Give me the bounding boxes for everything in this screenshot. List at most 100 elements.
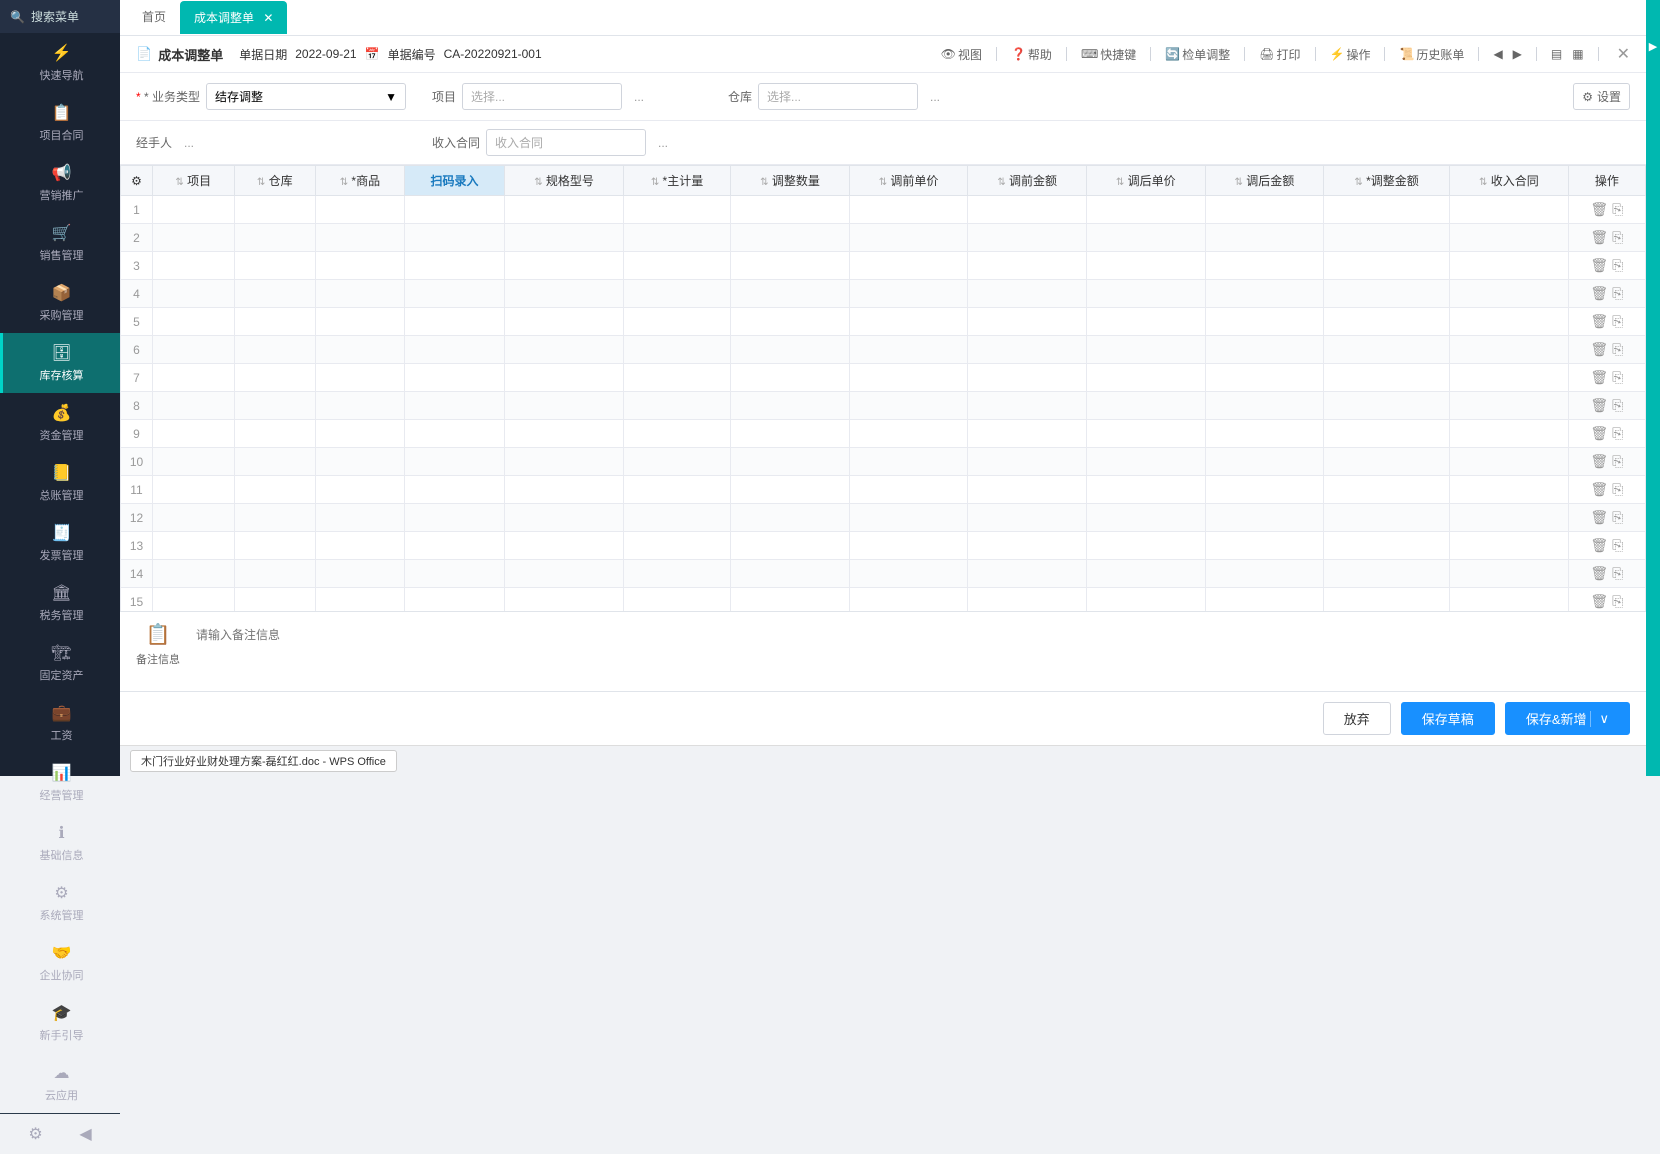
table-cell[interactable] [1324, 252, 1450, 280]
table-cell[interactable] [153, 420, 235, 448]
table-cell[interactable] [849, 588, 968, 612]
table-cell[interactable] [1450, 588, 1569, 612]
copy-row-icon[interactable]: ⎘ [1612, 285, 1623, 302]
table-cell[interactable] [1450, 448, 1569, 476]
project-input[interactable]: 选择... [462, 83, 622, 110]
delete-row-icon[interactable]: 🗑 [1590, 593, 1608, 610]
table-cell[interactable] [1205, 448, 1324, 476]
table-cell[interactable] [1205, 252, 1324, 280]
biz-type-select[interactable]: 结存调整 ▼ [206, 83, 406, 110]
table-cell[interactable] [1205, 392, 1324, 420]
delete-row-icon[interactable]: 🗑 [1590, 229, 1608, 246]
project-dots[interactable]: ... [628, 90, 650, 104]
sidebar-item-inventory[interactable]: 🗄 库存核算 [0, 333, 120, 393]
table-cell[interactable] [623, 224, 730, 252]
table-cell[interactable] [234, 196, 316, 224]
check-adjust-btn[interactable]: 🔄 检单调整 [1165, 46, 1230, 63]
table-cell[interactable] [1205, 476, 1324, 504]
copy-row-icon[interactable]: ⎘ [1612, 425, 1623, 442]
table-cell[interactable] [404, 308, 505, 336]
table-cell[interactable] [1324, 588, 1450, 612]
table-cell[interactable] [623, 420, 730, 448]
delete-row-icon[interactable]: 🗑 [1590, 509, 1608, 526]
settings-button[interactable]: ⚙ 设置 [1573, 83, 1630, 110]
delete-row-icon[interactable]: 🗑 [1590, 341, 1608, 358]
tab-home[interactable]: 首页 [128, 0, 180, 35]
table-cell[interactable] [404, 280, 505, 308]
table-cell[interactable] [505, 336, 624, 364]
operation-btn[interactable]: ⚡ 操作 [1330, 46, 1371, 63]
table-cell[interactable] [505, 532, 624, 560]
sidebar-item-biz-collab[interactable]: 🤝 企业协同 [0, 933, 120, 993]
tab-cost-adjust[interactable]: 成本调整单 ✕ [180, 1, 287, 34]
table-cell[interactable] [968, 588, 1087, 612]
table-cell[interactable] [1324, 196, 1450, 224]
table-cell[interactable] [849, 392, 968, 420]
table-cell[interactable] [1205, 280, 1324, 308]
delete-row-icon[interactable]: 🗑 [1590, 565, 1608, 582]
warehouse-input[interactable]: 选择... [758, 83, 918, 110]
table-cell[interactable] [1450, 504, 1569, 532]
table-cell[interactable] [1205, 588, 1324, 612]
table-cell[interactable] [316, 392, 405, 420]
table-cell[interactable] [505, 252, 624, 280]
table-cell[interactable] [1450, 252, 1569, 280]
copy-row-icon[interactable]: ⎘ [1612, 481, 1623, 498]
table-cell[interactable] [849, 364, 968, 392]
table-cell[interactable] [1086, 364, 1205, 392]
table-cell[interactable] [1205, 336, 1324, 364]
table-cell[interactable] [316, 252, 405, 280]
collapse-icon[interactable]: ◀ [79, 1124, 91, 1144]
table-cell[interactable] [153, 196, 235, 224]
table-cell[interactable] [153, 532, 235, 560]
table-cell[interactable] [505, 420, 624, 448]
table-cell[interactable] [1086, 336, 1205, 364]
table-cell[interactable] [623, 588, 730, 612]
grid-view-btn[interactable]: ▤ [1551, 47, 1562, 61]
table-cell[interactable] [968, 196, 1087, 224]
table-cell[interactable] [623, 476, 730, 504]
sidebar-item-tax[interactable]: 🏛 税务管理 [0, 573, 120, 633]
delete-row-icon[interactable]: 🗑 [1590, 313, 1608, 330]
table-cell[interactable] [234, 420, 316, 448]
table-cell[interactable] [1324, 532, 1450, 560]
table-cell[interactable] [153, 308, 235, 336]
table-cell[interactable] [234, 392, 316, 420]
table-cell[interactable] [968, 448, 1087, 476]
table-cell[interactable] [623, 560, 730, 588]
col-scan-input[interactable]: 扫码录入 [404, 166, 505, 196]
table-cell[interactable] [404, 196, 505, 224]
table-cell[interactable] [731, 280, 850, 308]
table-cell[interactable] [234, 336, 316, 364]
table-cell[interactable] [505, 308, 624, 336]
copy-row-icon[interactable]: ⎘ [1612, 257, 1623, 274]
table-cell[interactable] [1450, 336, 1569, 364]
table-cell[interactable] [623, 364, 730, 392]
table-cell[interactable] [505, 196, 624, 224]
copy-row-icon[interactable]: ⎘ [1612, 229, 1623, 246]
table-cell[interactable] [505, 560, 624, 588]
table-cell[interactable] [1324, 364, 1450, 392]
table-cell[interactable] [731, 308, 850, 336]
table-cell[interactable] [404, 448, 505, 476]
table-cell[interactable] [1086, 196, 1205, 224]
copy-row-icon[interactable]: ⎘ [1612, 201, 1623, 218]
copy-row-icon[interactable]: ⎘ [1612, 341, 1623, 358]
table-cell[interactable] [153, 336, 235, 364]
col-settings[interactable]: ⚙ [121, 166, 153, 196]
print-btn[interactable]: 🖨 打印 [1259, 46, 1300, 63]
table-cell[interactable] [1205, 532, 1324, 560]
sidebar-item-purchase-mgmt[interactable]: 📦 采购管理 [0, 273, 120, 333]
table-cell[interactable] [623, 504, 730, 532]
nav-prev-btn[interactable]: ◀ [1493, 47, 1502, 61]
table-cell[interactable] [1324, 504, 1450, 532]
table-cell[interactable] [623, 280, 730, 308]
table-cell[interactable] [849, 448, 968, 476]
table-cell[interactable] [968, 224, 1087, 252]
table-cell[interactable] [623, 532, 730, 560]
table-cell[interactable] [968, 420, 1087, 448]
table-cell[interactable] [505, 280, 624, 308]
income-contract-input[interactable]: 收入合同 [486, 129, 646, 156]
table-cell[interactable] [404, 532, 505, 560]
table-cell[interactable] [968, 252, 1087, 280]
